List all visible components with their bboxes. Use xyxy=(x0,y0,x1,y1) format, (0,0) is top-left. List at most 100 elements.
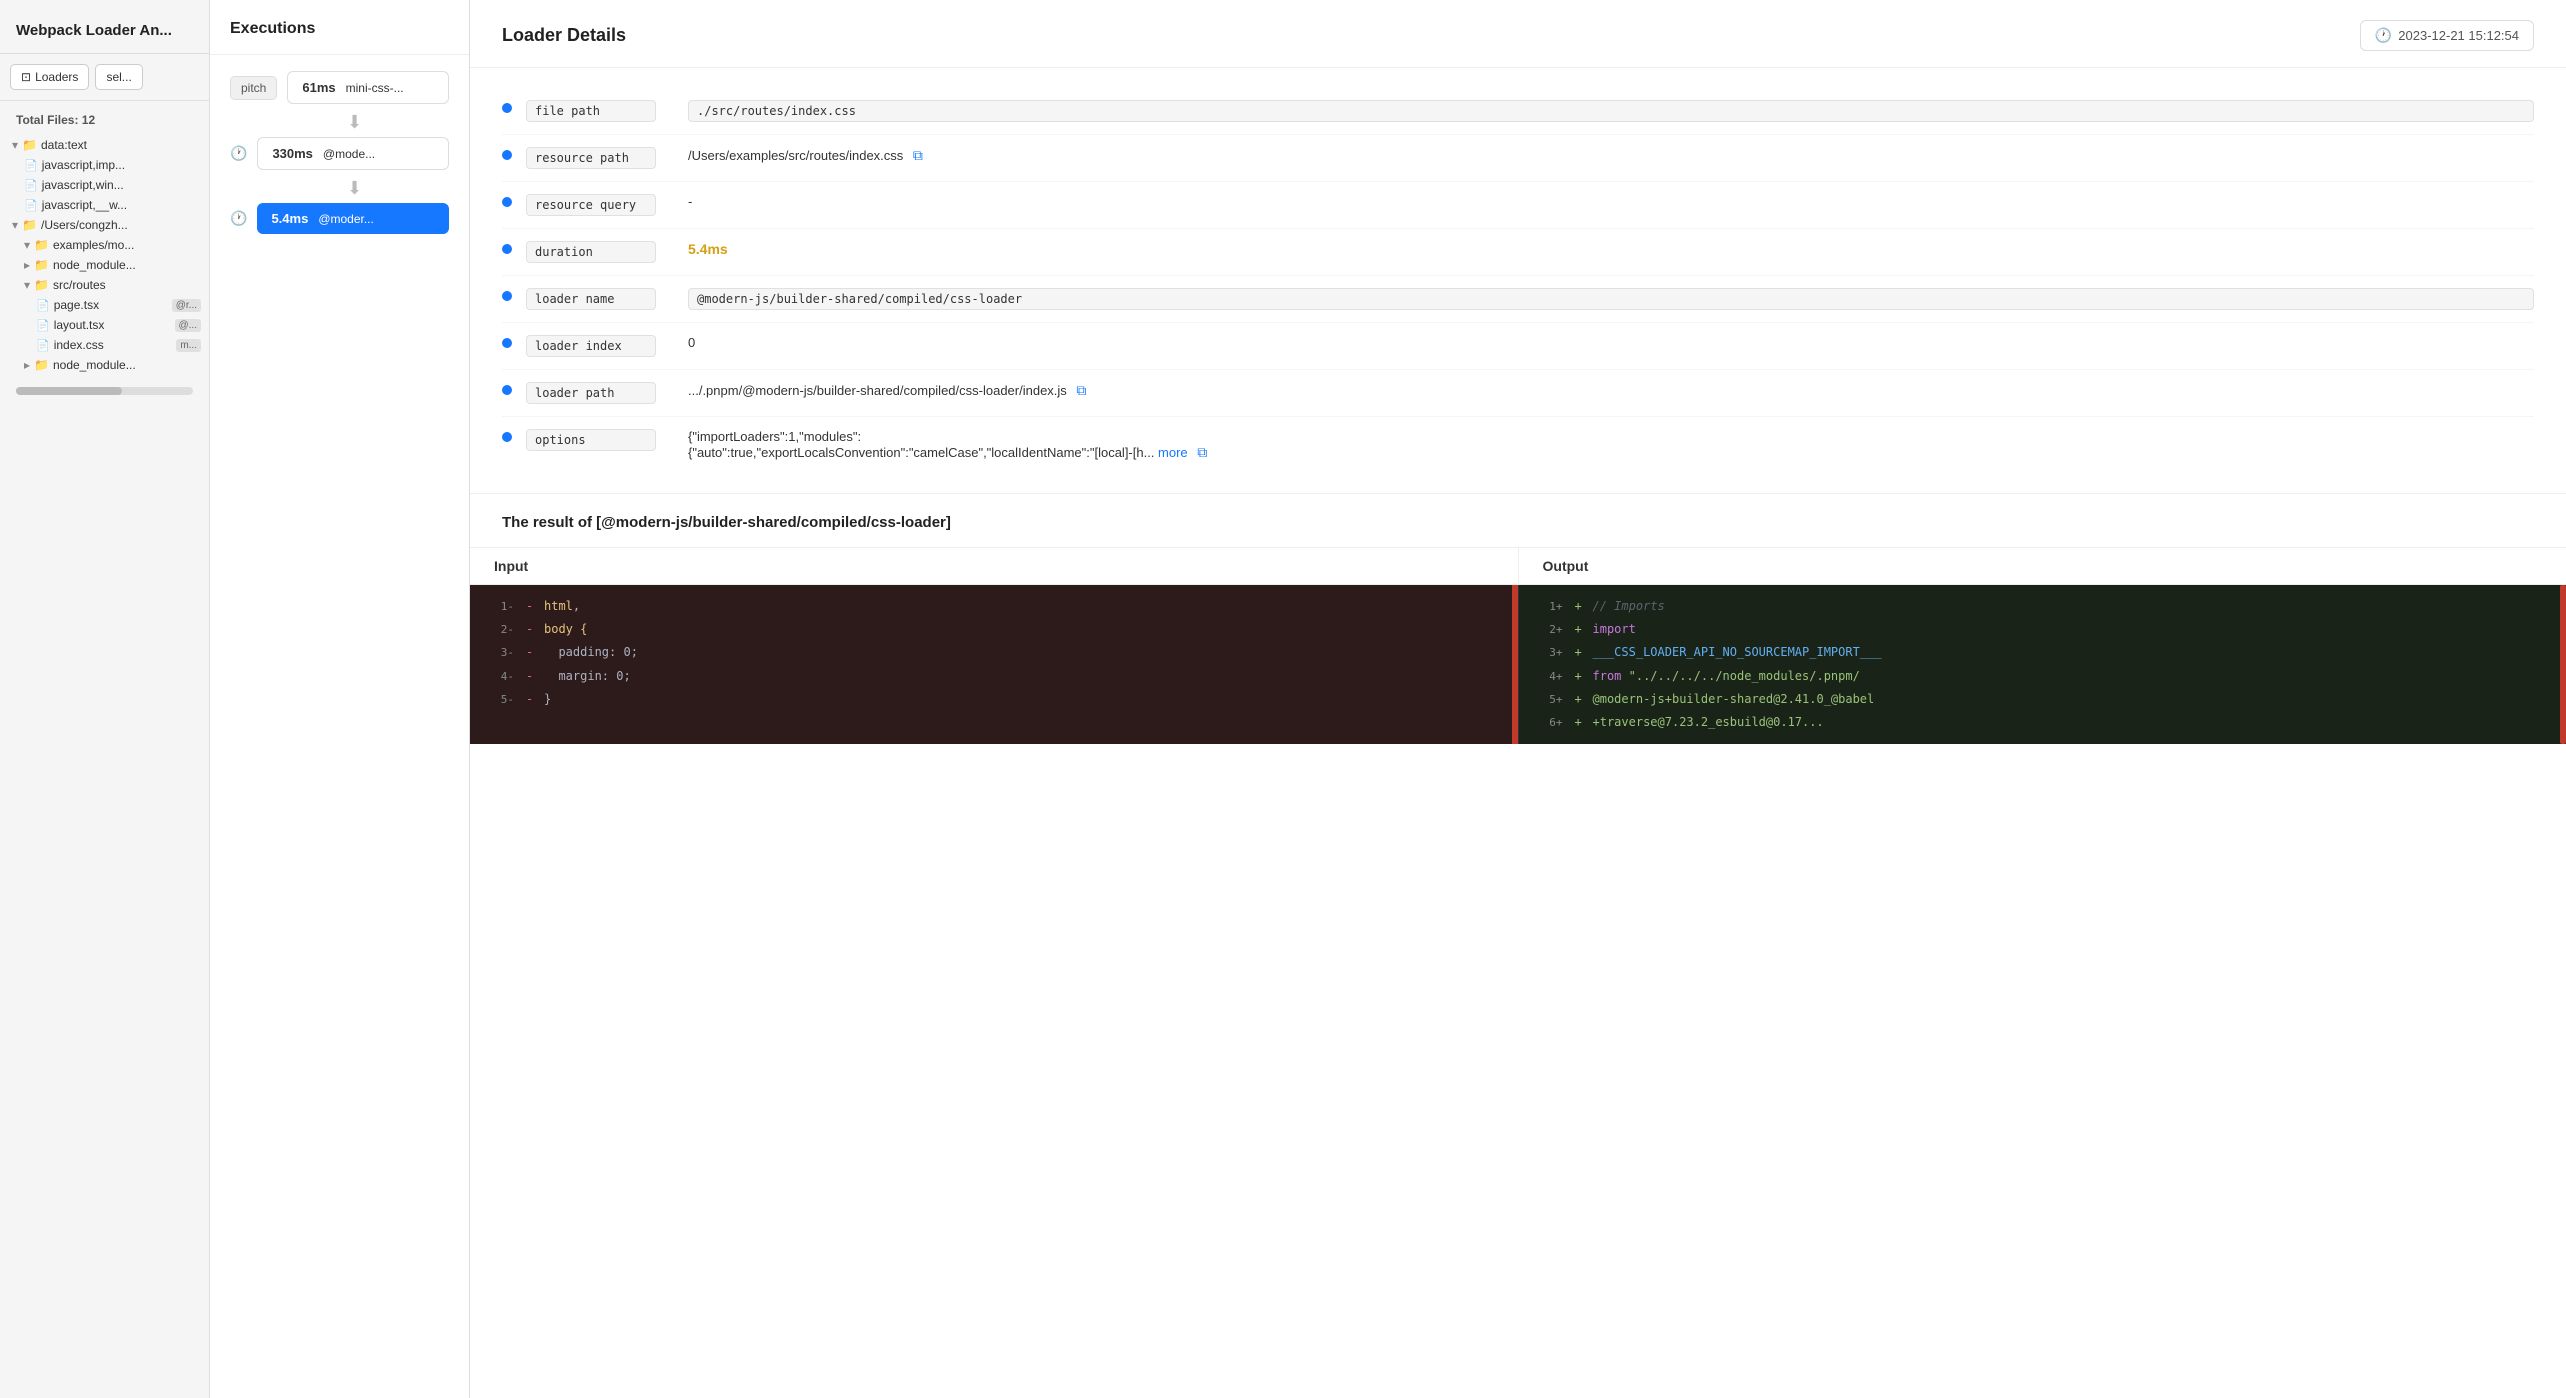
detail-row-resource-query: resource query - xyxy=(502,182,2534,229)
tree-item-node-mod2[interactable]: ▸ 📁 node_module... xyxy=(0,355,209,375)
file-icon: 📄 xyxy=(24,199,38,212)
tree-item-js-win[interactable]: 📄 javascript,win... xyxy=(0,175,209,195)
bullet-icon xyxy=(502,338,512,348)
file-icon: 📄 xyxy=(36,319,50,332)
clock-icon-2: 🕐 xyxy=(230,210,247,227)
detail-key-loader-path: loader path xyxy=(526,382,656,404)
more-link[interactable]: more xyxy=(1158,445,1188,460)
red-scroll-bar-2 xyxy=(2560,585,2566,744)
exec-row-1: pitch 61ms mini-css-... xyxy=(230,71,449,104)
tree-item-label: javascript,__w... xyxy=(42,198,127,212)
tree-item-label: index.css xyxy=(54,338,104,352)
tree-item-js-imp[interactable]: 📄 javascript,imp... xyxy=(0,155,209,175)
exec-time: 5.4ms xyxy=(271,211,308,226)
tree-item-layout[interactable]: 📄 layout.tsx @... xyxy=(0,315,209,335)
detail-key-loader-name: loader name xyxy=(526,288,656,310)
folder-icon: 📁 xyxy=(34,258,49,272)
tree-item-page[interactable]: 📄 page.tsx @r... xyxy=(0,295,209,315)
bullet-icon xyxy=(502,197,512,207)
result-section: The result of [@modern-js/builder-shared… xyxy=(470,493,2566,744)
timestamp-value: 2023-12-21 15:12:54 xyxy=(2398,28,2519,43)
code-line: 2- - body { xyxy=(470,618,1512,641)
code-line: 1+ + // Imports xyxy=(1519,595,2561,618)
tree-item-node-mod[interactable]: ▸ 📁 node_module... xyxy=(0,255,209,275)
tree-item-label: examples/mo... xyxy=(53,238,134,252)
detail-value-options: {"importLoaders":1,"modules": {"auto":tr… xyxy=(688,429,2534,461)
code-line: 1- - html, xyxy=(470,595,1512,618)
file-icon: 📄 xyxy=(36,339,50,352)
select-button[interactable]: sel... xyxy=(95,64,142,90)
code-line: 3+ + ___CSS_LOADER_API_NO_SOURCEMAP_IMPO… xyxy=(1519,641,2561,664)
tree-item-label: javascript,imp... xyxy=(42,158,125,172)
clock-icon-3: 🕐 xyxy=(2375,27,2392,44)
chevron-right-icon: ▸ xyxy=(24,358,30,372)
file-icon: 📄 xyxy=(24,159,38,172)
bullet-icon xyxy=(502,150,512,160)
detail-key-file-path: file path xyxy=(526,100,656,122)
detail-value-resource-path: /Users/examples/src/routes/index.css ⧉ xyxy=(688,147,2534,164)
sidebar-title: Webpack Loader An... xyxy=(0,0,209,54)
executions-panel: Executions pitch 61ms mini-css-... ⬇ 🕐 3… xyxy=(210,0,470,1398)
folder-icon: 📁 xyxy=(22,138,37,152)
detail-value-loader-path: .../.pnpm/@modern-js/builder-shared/comp… xyxy=(688,382,2534,399)
loader-details-header: Loader Details 🕐 2023-12-21 15:12:54 xyxy=(470,0,2566,68)
detail-value-file-path: ./src/routes/index.css xyxy=(688,100,2534,122)
detail-row-loader-path: loader path .../.pnpm/@modern-js/builder… xyxy=(502,370,2534,417)
code-line: 4- - margin: 0; xyxy=(470,665,1512,688)
loaders-button[interactable]: ⊡ Loaders xyxy=(10,64,89,90)
bullet-icon xyxy=(502,432,512,442)
detail-value-duration: 5.4ms xyxy=(688,241,2534,257)
tree-item-badge: @... xyxy=(175,319,202,332)
tree-item-src-routes[interactable]: ▾ 📁 src/routes xyxy=(0,275,209,295)
clock-icon: 🕐 xyxy=(230,145,247,162)
tree-item-examples[interactable]: ▾ 📁 examples/mo... xyxy=(0,235,209,255)
exec-item-mini-css[interactable]: 61ms mini-css-... xyxy=(287,71,449,104)
horizontal-scrollbar[interactable] xyxy=(16,387,193,395)
detail-row-duration: duration 5.4ms xyxy=(502,229,2534,276)
executions-content: pitch 61ms mini-css-... ⬇ 🕐 330ms @mode.… xyxy=(210,55,469,254)
detail-row-resource-path: resource path /Users/examples/src/routes… xyxy=(502,135,2534,182)
result-title: The result of [@modern-js/builder-shared… xyxy=(502,514,2534,531)
tree-item-badge: @r... xyxy=(172,299,201,312)
exec-arrow-2: ⬇ xyxy=(230,178,449,199)
folder-icon: 📁 xyxy=(34,278,49,292)
tree-item-index-css[interactable]: 📄 index.css m... xyxy=(0,335,209,355)
folder-icon: 📁 xyxy=(34,238,49,252)
detail-row-file-path: file path ./src/routes/index.css xyxy=(502,88,2534,135)
sidebar-stats: Total Files: 12 xyxy=(0,101,209,135)
exec-name: @moder... xyxy=(318,212,374,226)
code-line: 4+ + from "../../../../node_modules/.pnp… xyxy=(1519,665,2561,688)
chevron-down-icon: ▾ xyxy=(12,218,18,232)
input-panel-header: Input xyxy=(470,548,1519,585)
copy-icon[interactable]: ⧉ xyxy=(913,147,923,163)
chevron-right-icon: ▸ xyxy=(24,258,30,272)
loader-details-panel: Loader Details 🕐 2023-12-21 15:12:54 fil… xyxy=(470,0,2566,1398)
tree-item-badge: m... xyxy=(176,339,201,352)
file-icon: 📄 xyxy=(36,299,50,312)
exec-item-mode[interactable]: 330ms @mode... xyxy=(257,137,449,170)
tree-item-users[interactable]: ▾ 📁 /Users/congzh... xyxy=(0,215,209,235)
input-code-panel: 1- - html, 2- - body { 3- - padding: 0; xyxy=(470,585,1519,744)
red-scroll-bar xyxy=(1512,585,1518,744)
executions-title: Executions xyxy=(210,0,469,55)
exec-time: 61ms xyxy=(302,80,335,95)
detail-key-duration: duration xyxy=(526,241,656,263)
exec-name: @mode... xyxy=(323,147,375,161)
detail-row-loader-name: loader name @modern-js/builder-shared/co… xyxy=(502,276,2534,323)
output-panel-header: Output xyxy=(1519,548,2566,585)
copy-icon-3[interactable]: ⧉ xyxy=(1197,444,1207,460)
tree-item-label: data:text xyxy=(41,138,87,152)
detail-value-loader-index: 0 xyxy=(688,335,2534,350)
tree-item-js-w[interactable]: 📄 javascript,__w... xyxy=(0,195,209,215)
code-line: 5- - } xyxy=(470,688,1512,711)
tree-item-data-text[interactable]: ▾ 📁 data:text xyxy=(0,135,209,155)
bullet-icon xyxy=(502,244,512,254)
exec-item-moder[interactable]: 5.4ms @moder... xyxy=(257,203,449,234)
detail-key-resource-path: resource path xyxy=(526,147,656,169)
tree-item-label: layout.tsx xyxy=(54,318,105,332)
copy-icon-2[interactable]: ⧉ xyxy=(1076,382,1086,398)
loaders-icon: ⊡ xyxy=(21,70,31,84)
pitch-badge[interactable]: pitch xyxy=(230,76,277,100)
chevron-down-icon: ▾ xyxy=(24,238,30,252)
select-label: sel... xyxy=(106,70,131,84)
